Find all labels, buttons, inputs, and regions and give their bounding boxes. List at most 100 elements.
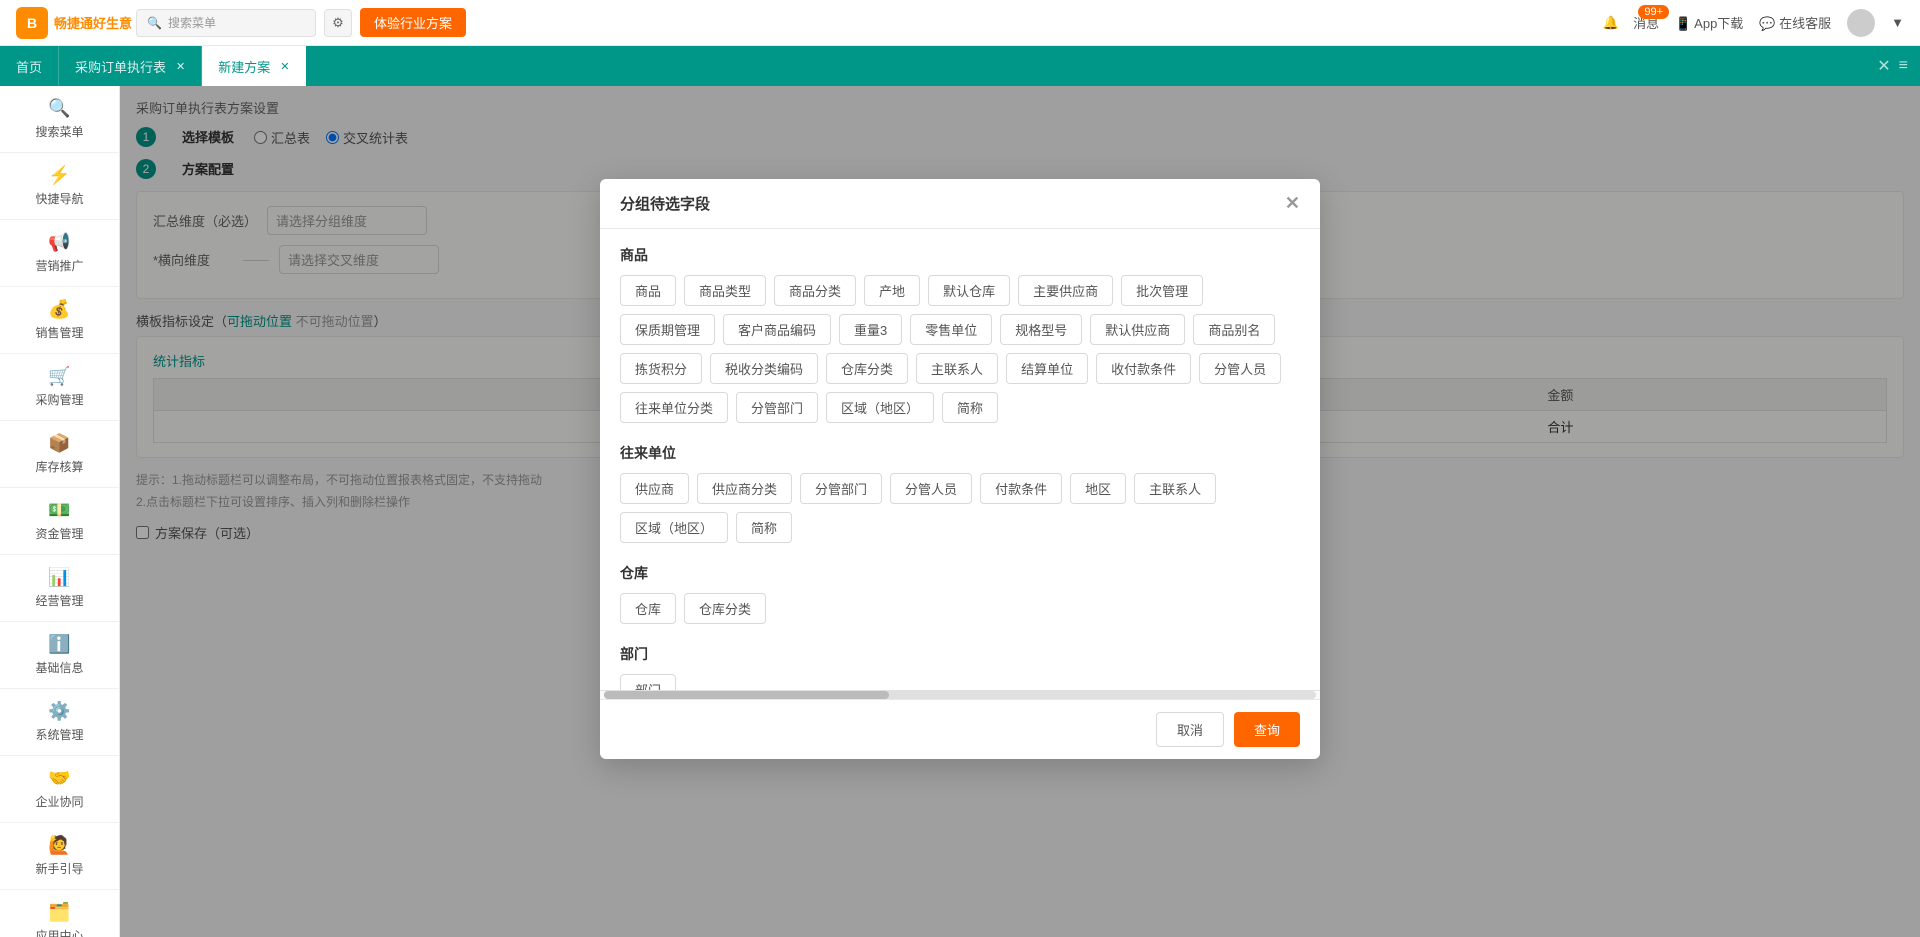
section-warehouse-title: 仓库 [620,563,1300,583]
tab-home[interactable]: 首页 [0,46,59,86]
field-tag-partner-category[interactable]: 往来单位分类 [620,392,728,423]
field-tag-supplier[interactable]: 供应商 [620,473,689,504]
sidebar-item-basic-info[interactable]: ℹ️ 基础信息 [0,622,119,689]
sidebar-label-collab: 企业协同 [35,793,83,810]
inventory-icon: 📦 [48,433,70,454]
field-tag-supplier-category[interactable]: 供应商分类 [697,473,792,504]
sidebar-item-system[interactable]: ⚙️ 系统管理 [0,689,119,756]
field-tag-warehouse[interactable]: 仓库 [620,593,676,624]
field-tag-goods-type[interactable]: 商品类型 [684,275,766,306]
tab-new-plan-close[interactable]: ✕ [280,60,289,73]
sidebar-item-inventory[interactable]: 📦 库存核算 [0,421,119,488]
hscroll-bar [604,691,1316,699]
field-tag-goods-category[interactable]: 商品分类 [774,275,856,306]
sidebar-item-quick-nav[interactable]: ⚡ 快捷导航 [0,153,119,220]
modal-close-btn[interactable]: ✕ [1285,194,1300,212]
field-tag-dept[interactable]: 分管部门 [736,392,818,423]
search-icon: 🔍 [48,98,70,119]
field-tag-payment-terms[interactable]: 收付款条件 [1096,353,1191,384]
modal-body[interactable]: 商品 商品 商品类型 商品分类 产地 默认仓库 主要供应商 批次管理 保质期管理… [600,229,1320,690]
finance-icon: 💵 [48,500,70,521]
field-tag-main-supplier[interactable]: 主要供应商 [1018,275,1113,306]
modal-title: 分组待选字段 [620,193,710,214]
sidebar-item-sales[interactable]: 💰 销售管理 [0,287,119,354]
sidebar-item-app-center[interactable]: 🗂️ 应用中心 [0,890,119,937]
field-select-modal: 分组待选字段 ✕ 商品 商品 商品类型 商品分类 产地 默认仓库 主要供应商 批… [600,179,1320,759]
sidebar-item-finance[interactable]: 💵 资金管理 [0,488,119,555]
sidebar-item-marketing[interactable]: 📢 营销推广 [0,220,119,287]
collab-icon: 🤝 [48,768,70,789]
field-tag-partner-payment[interactable]: 付款条件 [980,473,1062,504]
tab-purchase-close[interactable]: ✕ [176,60,185,73]
tab-purchase-label: 采购订单执行表 [75,57,166,76]
field-tag-partner-short[interactable]: 简称 [736,512,792,543]
online-service-link[interactable]: 💬 在线客服 [1759,13,1831,32]
business-icon: 📊 [48,567,70,588]
sidebar-label-marketing: 营销推广 [35,257,83,274]
sidebar-label-basic-info: 基础信息 [35,659,83,676]
search-box[interactable]: 🔍 搜索菜单 [136,9,316,37]
department-field-grid: 部门 [620,674,1300,690]
field-tag-department[interactable]: 部门 [620,674,676,690]
section-goods: 商品 商品 商品类型 商品分类 产地 默认仓库 主要供应商 批次管理 保质期管理… [620,245,1300,423]
field-tag-warehouse-category[interactable]: 仓库分类 [826,353,908,384]
field-tag-warehouse-cat[interactable]: 仓库分类 [684,593,766,624]
field-tag-goods-alias[interactable]: 商品别名 [1193,314,1275,345]
sidebar-item-business[interactable]: 📊 经营管理 [0,555,119,622]
confirm-button[interactable]: 查询 [1234,712,1300,747]
modal-header: 分组待选字段 ✕ [600,179,1320,229]
system-icon: ⚙️ [48,701,70,722]
field-tag-partner-dept[interactable]: 分管部门 [800,473,882,504]
tab-more[interactable]: ≡ [1899,57,1908,75]
field-tag-origin[interactable]: 产地 [864,275,920,306]
field-tag-tax-code[interactable]: 税收分类编码 [710,353,818,384]
field-tag-batch-mgmt[interactable]: 批次管理 [1121,275,1203,306]
notification-area[interactable]: 🔔 99+ 消息 [1603,13,1659,32]
tab-new-plan-label: 新建方案 [218,57,270,76]
app-download-link[interactable]: 📱 App下载 [1675,13,1743,32]
field-tag-partner-region[interactable]: 区域（地区） [620,512,728,543]
tab-new-plan[interactable]: 新建方案 ✕ [202,46,306,86]
gear-button[interactable]: ⚙ [324,9,352,37]
tab-close-all[interactable]: ✕ [1877,56,1890,76]
partner-field-grid: 供应商 供应商分类 分管部门 分管人员 付款条件 地区 主联系人 区域（地区） … [620,473,1300,543]
cancel-button[interactable]: 取消 [1156,712,1224,747]
modal-hscrollbar[interactable] [600,690,1320,699]
field-tag-pick-points[interactable]: 拣货积分 [620,353,702,384]
marketing-icon: 📢 [48,232,70,253]
avatar[interactable] [1847,9,1875,37]
sidebar-item-guide[interactable]: 🙋 新手引导 [0,823,119,890]
field-tag-partner-supervisor[interactable]: 分管人员 [890,473,972,504]
field-tag-expiry[interactable]: 保质期管理 [620,314,715,345]
field-tag-goods[interactable]: 商品 [620,275,676,306]
field-tag-partner-contact[interactable]: 主联系人 [1134,473,1216,504]
field-tag-spec-model[interactable]: 规格型号 [1000,314,1082,345]
field-tag-default-supplier[interactable]: 默认供应商 [1090,314,1185,345]
field-tag-weight3[interactable]: 重量3 [839,314,902,345]
sidebar-label-search: 搜索菜单 [35,123,83,140]
tab-bar: 首页 采购订单执行表 ✕ 新建方案 ✕ ✕ ≡ [0,46,1920,86]
sidebar-label-finance: 资金管理 [35,525,83,542]
sidebar-item-search[interactable]: 🔍 搜索菜单 [0,86,119,153]
tab-purchase-list[interactable]: 采购订单执行表 ✕ [59,46,202,86]
experience-btn[interactable]: 体验行业方案 [360,8,466,37]
field-tag-settlement-unit[interactable]: 结算单位 [1006,353,1088,384]
field-tag-region[interactable]: 区域（地区） [826,392,934,423]
quick-nav-icon: ⚡ [48,165,70,186]
sidebar-item-collab[interactable]: 🤝 企业协同 [0,756,119,823]
sidebar-label-business: 经营管理 [35,592,83,609]
field-tag-short-name[interactable]: 简称 [942,392,998,423]
section-department-title: 部门 [620,644,1300,664]
field-tag-main-contact[interactable]: 主联系人 [916,353,998,384]
user-menu[interactable]: ▼ [1891,15,1904,30]
section-department: 部门 部门 [620,644,1300,690]
field-tag-area[interactable]: 地区 [1070,473,1126,504]
field-tag-default-warehouse[interactable]: 默认仓库 [928,275,1010,306]
field-tag-retail-unit[interactable]: 零售单位 [910,314,992,345]
notification-badge: 99+ [1638,5,1669,19]
sidebar-item-purchase[interactable]: 🛒 采购管理 [0,354,119,421]
sidebar-label-app-center: 应用中心 [35,927,83,937]
tab-right-btns: ✕ ≡ [1877,56,1920,76]
field-tag-supervisor[interactable]: 分管人员 [1199,353,1281,384]
field-tag-customer-code[interactable]: 客户商品编码 [723,314,831,345]
